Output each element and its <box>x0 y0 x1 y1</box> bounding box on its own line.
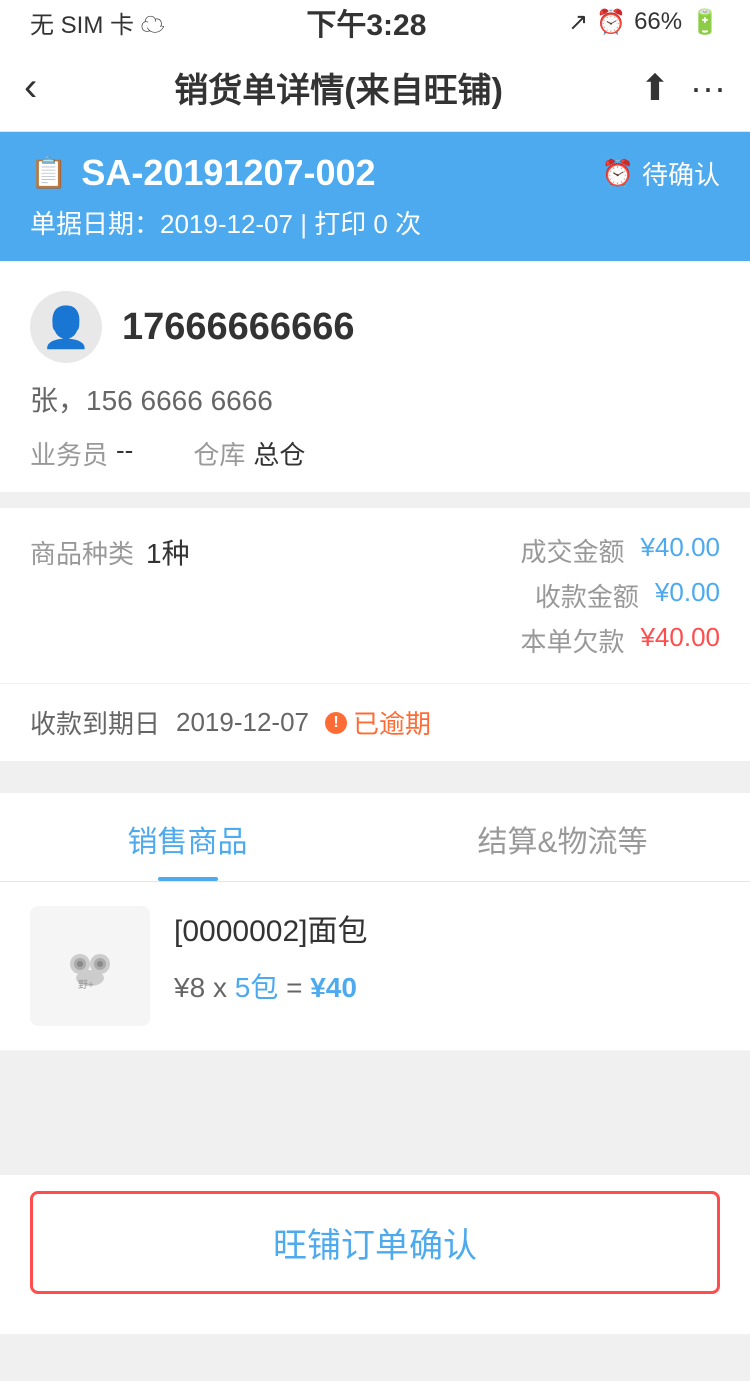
overdue-dot-icon: ! <box>325 712 347 734</box>
product-qty: 5包 <box>235 972 279 1003</box>
received-row: 收款金额 ¥0.00 <box>535 577 720 614</box>
status-left: 无 SIM 卡 ☁ <box>30 5 165 40</box>
sim-signal: 无 SIM 卡 ☁ <box>30 5 165 40</box>
multiply-sign: x <box>213 972 235 1003</box>
page: 无 SIM 卡 ☁ 下午3:28 ↗ ⏰ 66% 🔋 ‹ 销货单详情(来自旺铺)… <box>0 0 750 1381</box>
tab-settlement-logistics[interactable]: 结算&物流等 <box>375 793 750 881</box>
received-amount: ¥0.00 <box>655 577 720 614</box>
product-image: 野+ <box>30 906 150 1026</box>
order-icon: 📋 <box>30 156 67 191</box>
order-id-row: 📋 SA-20191207-002 ⏰ 待确认 <box>30 152 720 194</box>
customer-section: 👤 17666666666 张，156 6666 6666 业务员 -- 仓库 … <box>0 261 750 492</box>
product-total: ¥40 <box>310 972 357 1003</box>
summary-row: 商品种类 1种 成交金额 ¥40.00 收款金额 ¥0.00 本单欠款 ¥40.… <box>30 532 720 659</box>
tabs: 销售商品 结算&物流等 <box>0 793 750 882</box>
product-name: [0000002]面包 <box>174 906 720 950</box>
salesperson-info: 业务员 -- <box>30 435 133 472</box>
overdue-text: 已逾期 <box>353 704 431 741</box>
order-header: 📋 SA-20191207-002 ⏰ 待确认 单据日期：2019-12-07 … <box>0 132 750 261</box>
product-item: 野+ [0000002]面包 ¥8 x 5包 = ¥40 <box>0 882 750 1051</box>
date-label: 单据日期： <box>30 209 160 239</box>
salesperson-label: 业务员 <box>30 435 108 472</box>
status-time: 下午3:28 <box>306 0 426 44</box>
status-right: ↗ ⏰ 66% 🔋 <box>568 8 720 37</box>
page-title: 销货单详情(来自旺铺) <box>174 63 503 112</box>
tab-sales-products[interactable]: 销售商品 <box>0 793 375 881</box>
status-bar: 无 SIM 卡 ☁ 下午3:28 ↗ ⏰ 66% 🔋 <box>0 0 750 44</box>
customer-phone: 17666666666 <box>122 306 354 349</box>
order-id: SA-20191207-002 <box>81 152 375 194</box>
warehouse-info: 仓库 总仓 <box>193 435 305 472</box>
product-count: 1种 <box>146 532 190 572</box>
divider-2 <box>0 761 750 777</box>
customer-row: 👤 17666666666 <box>30 291 720 363</box>
nav-bar: ‹ 销货单详情(来自旺铺) ⬆ ··· <box>0 44 750 132</box>
product-logo: 野+ <box>60 936 120 996</box>
due-date-section: 收款到期日 2019-12-07 ! 已逾期 <box>0 683 750 761</box>
nav-right: ⬆ ··· <box>640 67 726 109</box>
order-status: ⏰ 待确认 <box>602 155 720 192</box>
avatar: 👤 <box>30 291 102 363</box>
due-amount: ¥40.00 <box>640 622 720 659</box>
alarm-icon: ⏰ <box>596 8 626 37</box>
product-type-label: 商品种类 <box>30 534 134 571</box>
back-button[interactable]: ‹ <box>24 65 37 110</box>
amounts: 成交金额 ¥40.00 收款金额 ¥0.00 本单欠款 ¥40.00 <box>520 532 720 659</box>
date-value: 2019-12-07 | 打印 0 次 <box>160 209 421 239</box>
transaction-amount: ¥40.00 <box>640 532 720 569</box>
product-price-row: ¥8 x 5包 = ¥40 <box>174 966 720 1006</box>
bottom-action: 旺铺订单确认 <box>0 1175 750 1334</box>
confirm-order-button[interactable]: 旺铺订单确认 <box>30 1191 720 1294</box>
customer-meta: 业务员 -- 仓库 总仓 <box>30 435 720 472</box>
warehouse-label: 仓库 <box>193 435 245 472</box>
transaction-label: 成交金额 <box>520 532 624 569</box>
battery-icon: 🔋 <box>690 8 720 37</box>
warehouse-value: 总仓 <box>253 435 305 472</box>
battery-level: 66% <box>634 8 682 36</box>
divider-1 <box>0 492 750 508</box>
product-type: 商品种类 1种 <box>30 532 190 572</box>
due-label: 本单欠款 <box>520 622 624 659</box>
overdue-badge: ! 已逾期 <box>325 704 431 741</box>
share-button[interactable]: ⬆ <box>640 67 670 109</box>
status-text: 待确认 <box>642 155 720 192</box>
products-section: 野+ [0000002]面包 ¥8 x 5包 = ¥40 <box>0 882 750 1051</box>
salesperson-value: -- <box>116 435 133 472</box>
due-date-value: 2019-12-07 <box>176 707 309 738</box>
summary-section: 商品种类 1种 成交金额 ¥40.00 收款金额 ¥0.00 本单欠款 ¥40.… <box>0 508 750 683</box>
transaction-row: 成交金额 ¥40.00 <box>520 532 720 569</box>
status-clock-icon: ⏰ <box>602 158 634 189</box>
more-button[interactable]: ··· <box>690 67 726 109</box>
product-price: ¥8 <box>174 972 205 1003</box>
avatar-icon: 👤 <box>41 304 91 351</box>
due-row: 本单欠款 ¥40.00 <box>520 622 720 659</box>
svg-text:野+: 野+ <box>78 979 94 991</box>
nav-left: ‹ <box>24 65 37 110</box>
customer-name: 张，156 6666 6666 <box>30 379 720 419</box>
due-date-label: 收款到期日 <box>30 704 160 741</box>
location-icon: ↗ <box>568 8 588 37</box>
equals-sign: = <box>286 972 310 1003</box>
order-date: 单据日期：2019-12-07 | 打印 0 次 <box>30 204 720 241</box>
product-info: [0000002]面包 ¥8 x 5包 = ¥40 <box>174 906 720 1026</box>
received-label: 收款金额 <box>535 577 639 614</box>
